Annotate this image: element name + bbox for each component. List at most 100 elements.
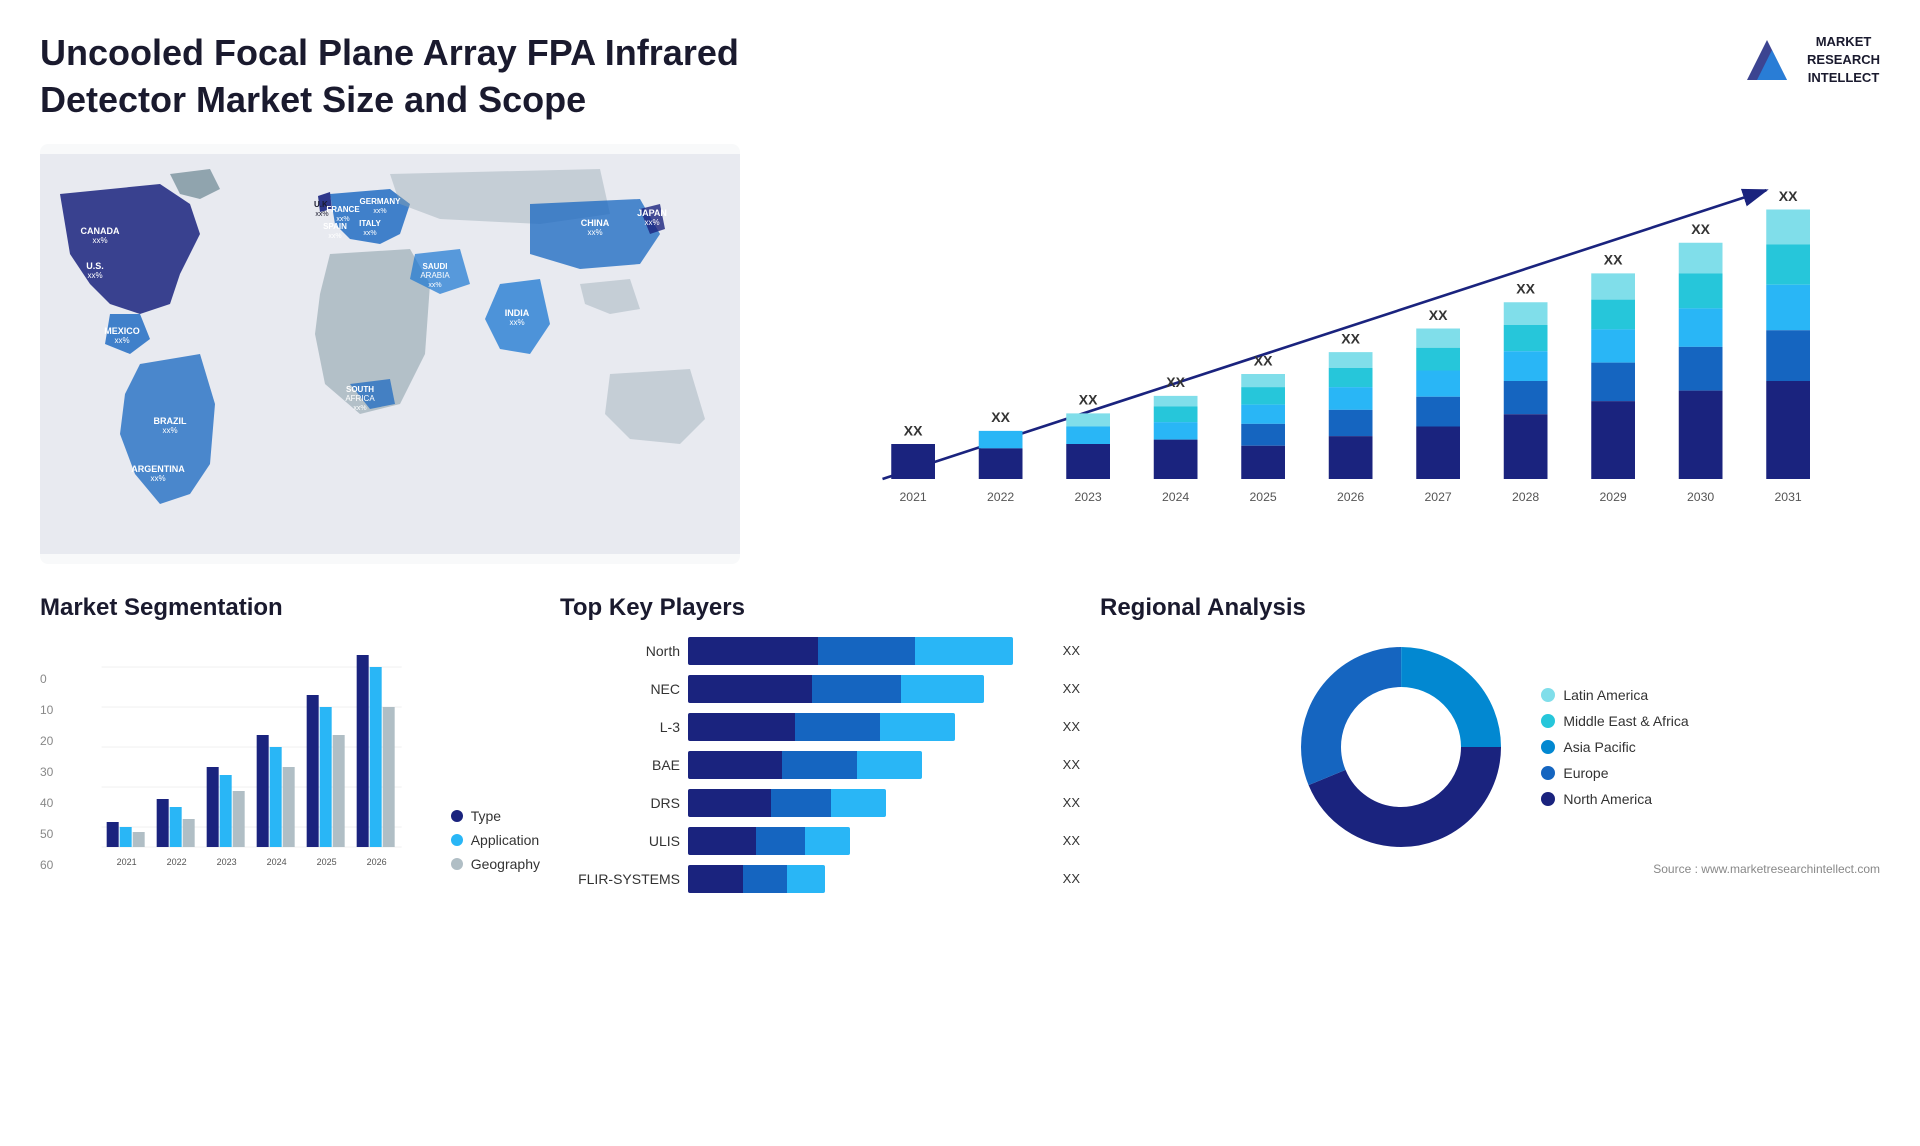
svg-text:2022: 2022 [167,857,187,867]
svg-text:MEXICO: MEXICO [104,326,140,336]
svg-text:XX: XX [1079,391,1098,407]
main-container: Uncooled Focal Plane Array FPA Infrared … [0,0,1920,1146]
player-xx-north: XX [1063,643,1080,658]
svg-text:xx%: xx% [92,236,107,245]
svg-text:xx%: xx% [428,282,441,289]
page-title: Uncooled Focal Plane Array FPA Infrared … [40,30,740,124]
player-name-north: North [560,643,680,659]
bar-chart-container: XX 2021 XX 2022 XX [760,144,1880,564]
player-bar-drs [688,789,1049,817]
logo-icon [1737,30,1797,90]
player-xx-nec: XX [1063,681,1080,696]
svg-text:XX: XX [904,422,923,438]
player-row-north: North XX [560,637,1080,665]
svg-text:AFRICA: AFRICA [345,394,375,403]
svg-text:2023: 2023 [1074,489,1101,503]
logo-area: MARKET RESEARCH INTELLECT [1737,30,1880,90]
header: Uncooled Focal Plane Array FPA Infrared … [40,30,1880,124]
player-xx-drs: XX [1063,795,1080,810]
legend-item-type: Type [451,808,540,824]
svg-text:2024: 2024 [1162,489,1189,503]
svg-text:U.S.: U.S. [86,261,104,271]
dot-middle-east-africa [1541,714,1555,728]
svg-text:ITALY: ITALY [359,219,381,228]
player-xx-bae: XX [1063,757,1080,772]
svg-text:2021: 2021 [117,857,137,867]
svg-text:JAPAN: JAPAN [637,208,667,218]
regional-container: Regional Analysis [1100,584,1880,1116]
svg-text:2026: 2026 [367,857,387,867]
players-container: Top Key Players North XX NEC [560,584,1080,1116]
player-xx-l3: XX [1063,719,1080,734]
players-title: Top Key Players [560,594,1080,622]
svg-text:2022: 2022 [987,489,1014,503]
svg-text:CANADA: CANADA [81,226,120,236]
legend-dot-type [451,810,463,822]
top-section: CANADA xx% U.S. xx% MEXICO xx% BRAZIL xx… [40,144,1880,564]
svg-text:XX: XX [1166,374,1185,390]
player-bar-ulis [688,827,1049,855]
bottom-section: Market Segmentation 60 50 40 30 20 10 0 [40,584,1880,1116]
svg-text:INDIA: INDIA [505,308,530,318]
legend-item-application: Application [451,832,540,848]
svg-text:xx%: xx% [644,218,659,227]
svg-text:CHINA: CHINA [581,218,610,228]
player-row-drs: DRS XX [560,789,1080,817]
player-name-ulis: ULIS [560,833,680,849]
world-map-svg: CANADA xx% U.S. xx% MEXICO xx% BRAZIL xx… [40,144,740,564]
svg-text:xx%: xx% [150,474,165,483]
svg-text:XX: XX [1341,330,1360,346]
player-name-flir: FLIR-SYSTEMS [560,871,680,887]
regional-legend: Latin America Middle East & Africa Asia … [1541,687,1688,807]
svg-text:2025: 2025 [1249,489,1276,503]
dot-latin-america [1541,688,1555,702]
svg-text:2026: 2026 [1337,489,1364,503]
svg-text:xx%: xx% [587,228,602,237]
player-xx-flir: XX [1063,871,1080,886]
svg-text:xx%: xx% [87,271,102,280]
svg-text:2031: 2031 [1774,489,1801,503]
svg-text:FRANCE: FRANCE [326,205,360,214]
svg-text:xx%: xx% [328,233,341,240]
bar-chart-svg: XX 2021 XX 2022 XX [780,164,1860,514]
svg-text:SAUDI: SAUDI [423,262,448,271]
player-bar-flir [688,865,1049,893]
svg-text:xx%: xx% [114,336,129,345]
svg-text:2029: 2029 [1599,489,1626,503]
player-row-bae: BAE XX [560,751,1080,779]
player-xx-ulis: XX [1063,833,1080,848]
seg-chart-area: 60 50 40 30 20 10 0 [40,637,540,892]
svg-text:2030: 2030 [1687,489,1714,503]
svg-text:xx%: xx% [353,405,366,412]
svg-text:2023: 2023 [217,857,237,867]
player-name-drs: DRS [560,795,680,811]
seg-legend: Type Application Geography [451,808,540,892]
svg-text:XX: XX [1516,280,1535,296]
source-text: Source : www.marketresearchintellect.com [1100,862,1880,876]
map-container: CANADA xx% U.S. xx% MEXICO xx% BRAZIL xx… [40,144,740,564]
dot-north-america [1541,792,1555,806]
legend-europe: Europe [1541,765,1688,781]
player-bar-nec [688,675,1049,703]
player-name-bae: BAE [560,757,680,773]
player-bar-l3 [688,713,1049,741]
legend-dot-application [451,834,463,846]
player-row-flir: FLIR-SYSTEMS XX [560,865,1080,893]
player-row-l3: L-3 XX [560,713,1080,741]
svg-text:XX: XX [1429,306,1448,322]
svg-text:XX: XX [1691,221,1710,237]
svg-text:2028: 2028 [1512,489,1539,503]
svg-text:2021: 2021 [899,489,926,503]
svg-text:GERMANY: GERMANY [360,197,402,206]
dot-asia-pacific [1541,740,1555,754]
legend-middle-east-africa: Middle East & Africa [1541,713,1688,729]
player-row-ulis: ULIS XX [560,827,1080,855]
players-list: North XX NEC [560,637,1080,893]
svg-text:xx%: xx% [162,426,177,435]
svg-text:BRAZIL: BRAZIL [154,416,187,426]
player-bar-bae [688,751,1049,779]
seg-y-axis: 60 50 40 30 20 10 0 [40,672,53,892]
player-name-nec: NEC [560,681,680,697]
segmentation-container: Market Segmentation 60 50 40 30 20 10 0 [40,584,540,1116]
legend-north-america: North America [1541,791,1688,807]
